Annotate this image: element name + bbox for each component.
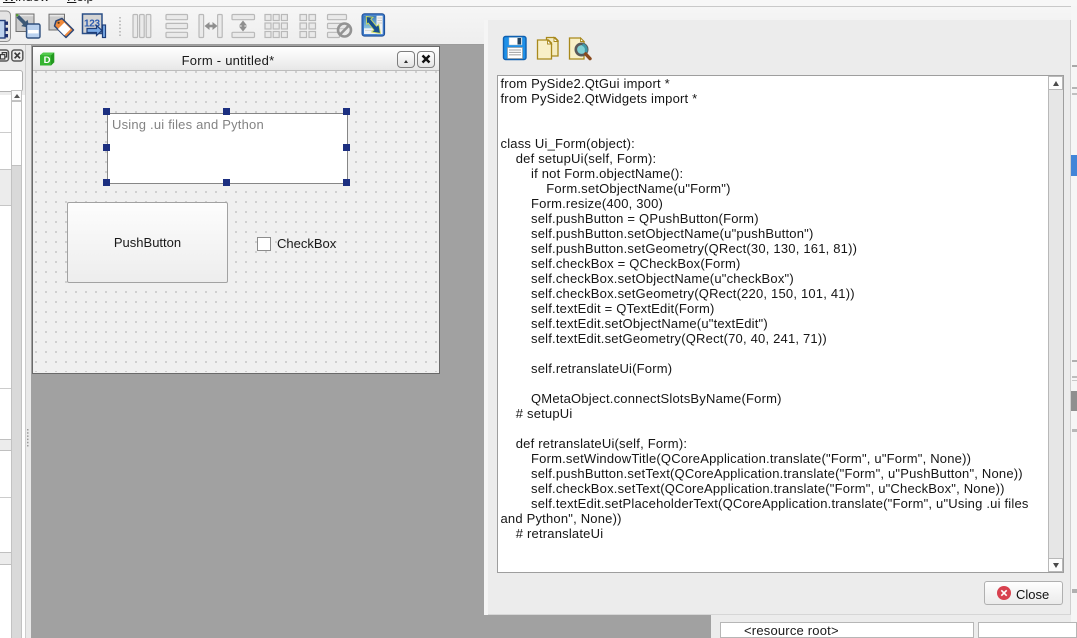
svg-text:D: D (44, 55, 51, 66)
